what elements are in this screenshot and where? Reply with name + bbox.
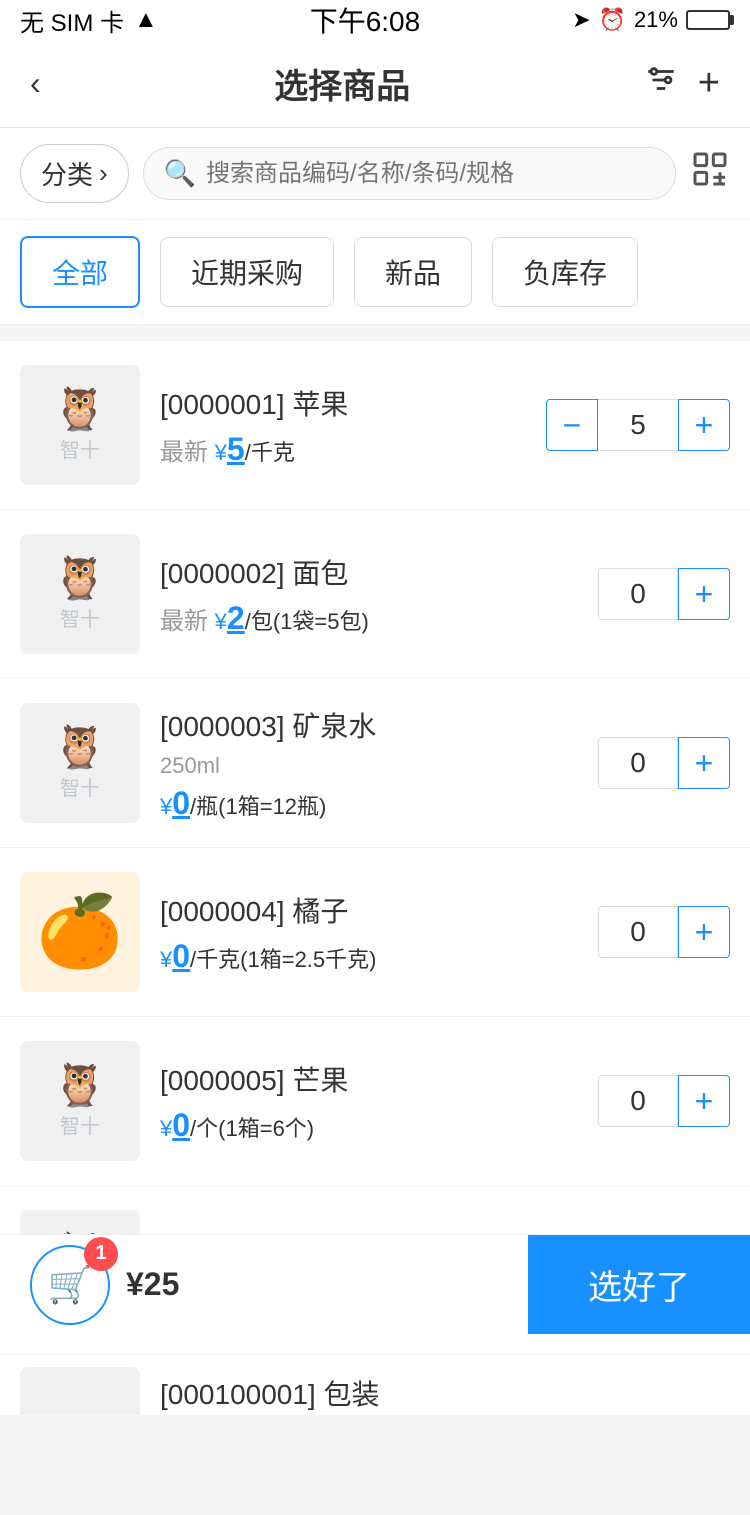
list-item: 🦉 智十 [0000001] 苹果 最新 ¥5/千克 − +: [0, 341, 750, 510]
tab-negative-stock[interactable]: 负库存: [492, 237, 638, 307]
placeholder-owl-icon: 🦉: [54, 388, 106, 430]
increase-quantity-button[interactable]: +: [678, 399, 730, 451]
quantity-input[interactable]: [598, 737, 678, 789]
filter-icon[interactable]: [644, 63, 678, 104]
quantity-input[interactable]: [598, 568, 678, 620]
confirm-selection-button[interactable]: 选好了: [528, 1235, 750, 1334]
alarm-icon: ⏰: [599, 7, 626, 33]
battery-icon: [686, 10, 730, 30]
status-right: ➤ ⏰ 21%: [572, 7, 730, 33]
placeholder-owl-icon: 🦉: [54, 1064, 106, 1106]
product-thumbnail: 🍊: [20, 872, 140, 992]
list-item: 🍊 [0000004] 橘子 ¥0/千克(1箱=2.5千克) +: [0, 848, 750, 1017]
category-filter-button[interactable]: 分类 ›: [20, 144, 129, 203]
carrier-label: 无 SIM 卡: [20, 3, 124, 38]
add-button[interactable]: +: [698, 62, 720, 105]
product-quantity-control: +: [598, 1075, 730, 1127]
search-icon: 🔍: [164, 158, 196, 189]
category-tabs: 全部 近期采购 新品 负库存: [0, 220, 750, 325]
product-info: [0000001] 苹果 最新 ¥5/千克: [140, 383, 546, 468]
tab-recent-purchase[interactable]: 近期采购: [160, 237, 334, 307]
increase-quantity-button[interactable]: +: [678, 906, 730, 958]
battery-label: 21%: [634, 7, 678, 33]
cart-section: 🛒 1 ¥25: [0, 1245, 528, 1325]
product-price: ¥0/瓶(1箱=12瓶): [160, 785, 578, 822]
product-info: [000100001] 包装: [140, 1373, 730, 1415]
search-box: 🔍: [143, 147, 676, 200]
product-spec: 250ml: [160, 753, 578, 779]
product-info: [0000003] 矿泉水 250ml ¥0/瓶(1箱=12瓶): [140, 705, 598, 822]
cart-icon-button[interactable]: 🛒 1: [30, 1245, 110, 1325]
product-quantity-control: − +: [546, 399, 730, 451]
product-thumbnail: [20, 1367, 140, 1415]
product-name: [000100001] 包装: [160, 1373, 710, 1413]
decrease-quantity-button[interactable]: −: [546, 399, 598, 451]
nav-left: ‹: [30, 65, 41, 102]
product-info: [0000002] 面包 最新 ¥2/包(1袋=5包): [140, 552, 598, 637]
product-quantity-control: +: [598, 737, 730, 789]
quantity-input[interactable]: [598, 1075, 678, 1127]
location-icon: ➤: [572, 7, 590, 33]
placeholder-owl-icon: 🦉: [54, 726, 106, 768]
increase-quantity-button[interactable]: +: [678, 737, 730, 789]
tab-all[interactable]: 全部: [20, 236, 140, 308]
product-name: [0000004] 橘子: [160, 890, 578, 930]
cart-badge: 1: [84, 1237, 118, 1271]
product-price: 最新 ¥5/千克: [160, 431, 526, 468]
increase-quantity-button[interactable]: +: [678, 1075, 730, 1127]
placeholder-owl-icon: 🦉: [54, 557, 106, 599]
cart-icon: 🛒: [48, 1264, 93, 1306]
product-quantity-control: +: [598, 568, 730, 620]
product-price: ¥0/个(1箱=6个): [160, 1107, 578, 1144]
status-left: 无 SIM 卡 ▲: [20, 3, 158, 38]
product-thumbnail: 🦉 智十: [20, 1041, 140, 1161]
product-name: [0000005] 芒果: [160, 1059, 578, 1099]
quantity-input[interactable]: [598, 906, 678, 958]
product-name: [0000001] 苹果: [160, 383, 526, 423]
search-input[interactable]: [206, 160, 655, 188]
status-time: 下午6:08: [310, 0, 421, 40]
list-item: 🦉 智十 [0000005] 芒果 ¥0/个(1箱=6个) +: [0, 1017, 750, 1186]
nav-bar: ‹ 选择商品 +: [0, 40, 750, 128]
nav-right: +: [644, 62, 720, 105]
divider: [0, 325, 750, 341]
product-price: 最新 ¥2/包(1袋=5包): [160, 600, 578, 637]
chevron-right-icon: ›: [99, 158, 108, 189]
page-title: 选择商品: [274, 59, 410, 108]
product-name: [0000003] 矿泉水: [160, 705, 578, 745]
product-name: [0000002] 面包: [160, 552, 578, 592]
quantity-input[interactable]: [598, 399, 678, 451]
product-price: ¥0/千克(1箱=2.5千克): [160, 938, 578, 975]
list-item: 🦉 智十 [0000002] 面包 最新 ¥2/包(1袋=5包) +: [0, 510, 750, 679]
back-button[interactable]: ‹: [30, 65, 41, 102]
filter-bar: 分类 › 🔍: [0, 128, 750, 220]
category-label: 分类: [41, 155, 93, 192]
status-bar: 无 SIM 卡 ▲ 下午6:08 ➤ ⏰ 21%: [0, 0, 750, 40]
tab-new[interactable]: 新品: [354, 237, 472, 307]
increase-quantity-button[interactable]: +: [678, 568, 730, 620]
scan-icon[interactable]: [690, 149, 730, 198]
wifi-icon: ▲: [134, 6, 158, 34]
list-item: 🦉 智十 [0000003] 矿泉水 250ml ¥0/瓶(1箱=12瓶) +: [0, 679, 750, 848]
product-thumbnail: 🦉 智十: [20, 703, 140, 823]
product-thumbnail: 🦉 智十: [20, 365, 140, 485]
cart-total: ¥25: [126, 1266, 179, 1303]
product-info: [0000005] 芒果 ¥0/个(1箱=6个): [140, 1059, 598, 1144]
list-item: [000100001] 包装: [0, 1355, 750, 1415]
bottom-bar: 🛒 1 ¥25 选好了: [0, 1234, 750, 1334]
product-info: [0000004] 橘子 ¥0/千克(1箱=2.5千克): [140, 890, 598, 975]
product-quantity-control: +: [598, 906, 730, 958]
product-thumbnail: 🦉 智十: [20, 534, 140, 654]
